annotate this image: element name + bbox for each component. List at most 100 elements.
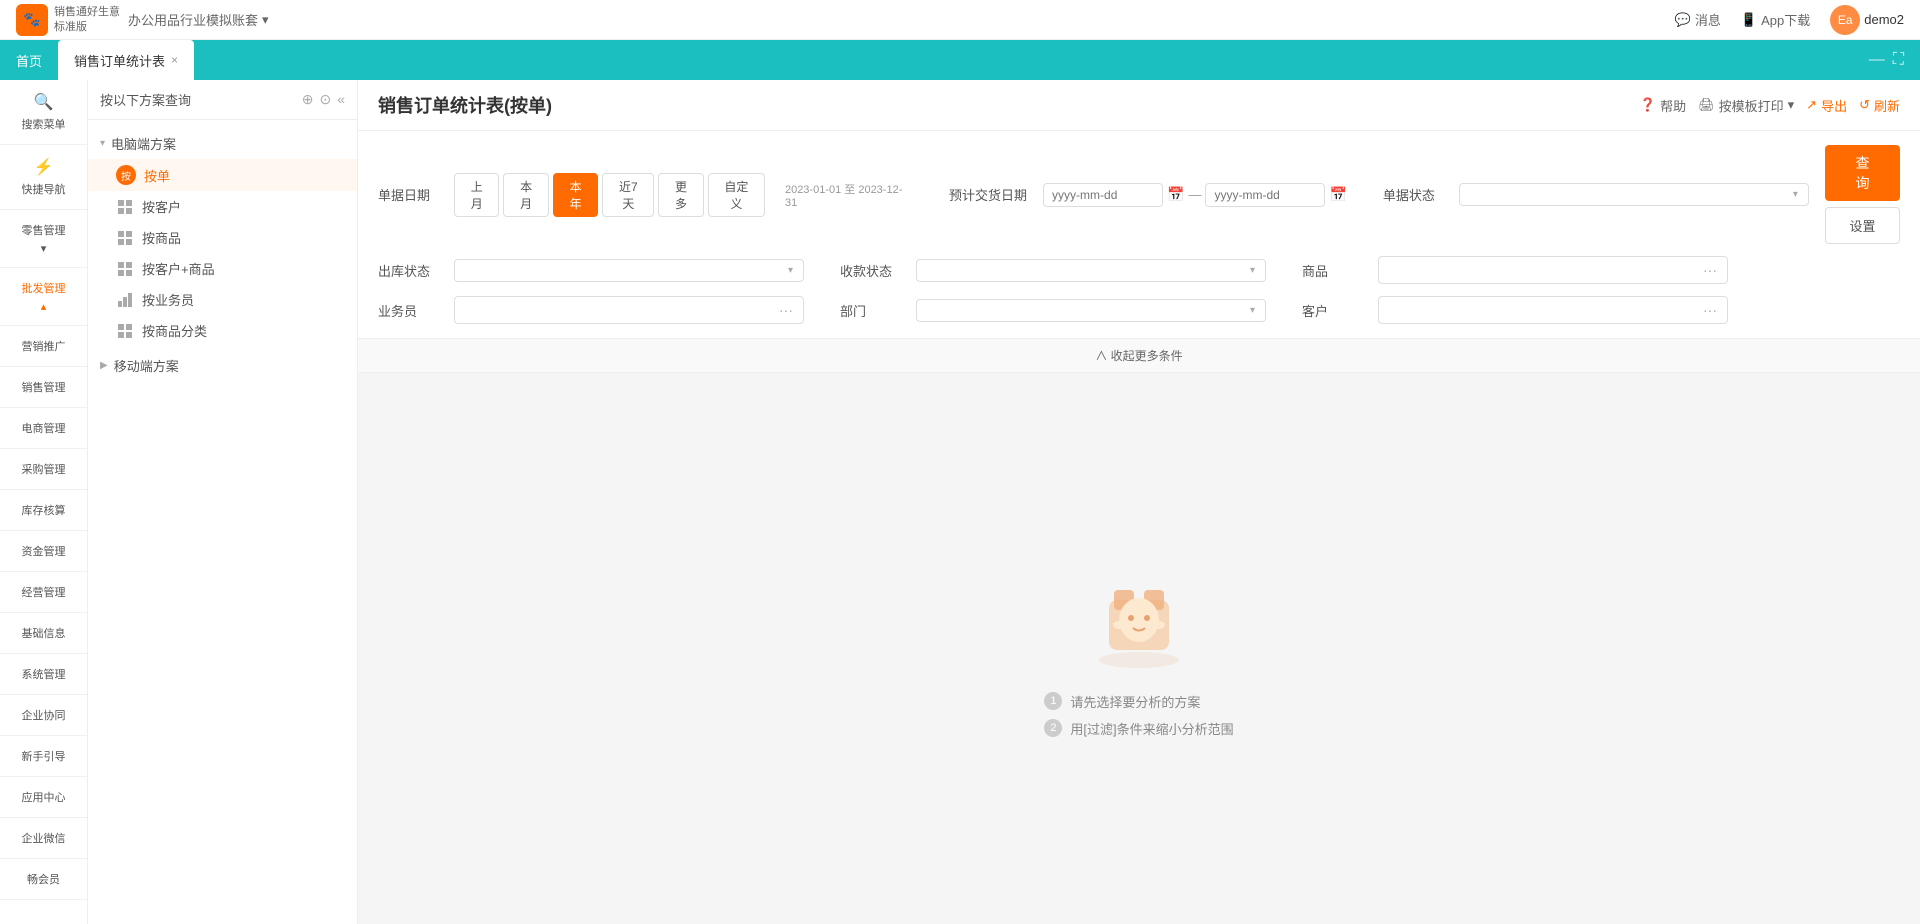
- empty-tip-2: 2 用[过滤]条件来缩小分析范围: [1044, 719, 1233, 738]
- by-customer-goods-icon: [116, 260, 134, 278]
- top-bar-left: 🐾 销售通好生意 标准版 办公用品行业模拟账套 ▾: [16, 4, 269, 36]
- date-btn-this-month[interactable]: 本月: [503, 173, 548, 217]
- customer-input[interactable]: ···: [1378, 296, 1728, 324]
- sidebar-item-search[interactable]: 🔍 搜索菜单: [0, 80, 87, 145]
- sidebar-item-retail[interactable]: 零售管理 ▾: [0, 210, 87, 268]
- left-panel: 按以下方案查询 ⊕ ⊙ « ▾ 电脑端方案 按 按单: [88, 80, 358, 924]
- content-area: 按以下方案查询 ⊕ ⊙ « ▾ 电脑端方案 按 按单: [88, 80, 1920, 924]
- search-icon: 🔍: [34, 92, 54, 112]
- sidebar-item-inventory[interactable]: 库存核算: [0, 490, 87, 531]
- user-avatar[interactable]: Ea demo2: [1830, 5, 1904, 35]
- expected-date-end[interactable]: [1205, 183, 1325, 207]
- top-bar: 🐾 销售通好生意 标准版 办公用品行业模拟账套 ▾ 💬 消息 📱 App下载 E…: [0, 0, 1920, 40]
- tree-item-by-salesman[interactable]: 按业务员: [88, 284, 357, 315]
- tree-item-by-category[interactable]: 按商品分类: [88, 315, 357, 346]
- filter-row-3: 业务员 ··· 部门 ▾ 客户 ···: [378, 296, 1900, 324]
- help-action[interactable]: ❓ 帮助: [1640, 96, 1686, 115]
- tree-item-by-customer[interactable]: 按客户: [88, 191, 357, 222]
- tree-item-by-goods[interactable]: 按商品: [88, 222, 357, 253]
- tab-minimize-icon[interactable]: —: [1869, 51, 1885, 69]
- dept-select[interactable]: ▾: [916, 299, 1266, 322]
- tab-home[interactable]: 首页: [0, 40, 58, 80]
- sidebar-item-basic-info[interactable]: 基础信息: [0, 613, 87, 654]
- refresh-action[interactable]: ↺ 刷新: [1859, 96, 1900, 115]
- calendar-end-icon[interactable]: 📅: [1329, 186, 1346, 203]
- date-btn-last-7-days[interactable]: 近7天: [602, 173, 654, 217]
- left-panel-header: 按以下方案查询 ⊕ ⊙ «: [88, 80, 357, 120]
- sidebar-item-wholesale[interactable]: 批发管理 ▴: [0, 268, 87, 326]
- tree-section-mobile: ▶ 移动端方案: [88, 350, 357, 381]
- tree-section-mobile-header[interactable]: ▶ 移动端方案: [88, 350, 357, 381]
- nav-icon: ⚡: [34, 157, 54, 177]
- customer-dots-icon[interactable]: ···: [1703, 302, 1717, 318]
- sidebar-item-wechat[interactable]: 企业微信: [0, 818, 87, 859]
- date-btn-custom[interactable]: 自定义: [708, 173, 765, 217]
- date-label: 单据日期: [378, 185, 438, 204]
- by-order-icon: 按: [116, 165, 136, 185]
- template-print-action[interactable]: 🖨 按模板打印 ▾: [1698, 96, 1794, 115]
- top-bar-right: 💬 消息 📱 App下载 Ea demo2: [1675, 5, 1904, 35]
- breadcrumb[interactable]: 办公用品行业模拟账套 ▾: [128, 10, 269, 29]
- sidebar-item-newbie[interactable]: 新手引导: [0, 736, 87, 777]
- date-btn-this-year[interactable]: 本年: [553, 173, 598, 217]
- filter-area: 单据日期 上月 本月 本年 近7天 更多 自定义 2023-01-01 至 20…: [358, 131, 1920, 339]
- sidebar-item-marketing[interactable]: 营销推广: [0, 326, 87, 367]
- date-btn-last-month[interactable]: 上月: [454, 173, 499, 217]
- status-select[interactable]: ▾: [1459, 183, 1809, 206]
- add-scheme-button[interactable]: ⊕: [302, 91, 314, 108]
- goods-dots-icon[interactable]: ···: [1703, 262, 1717, 278]
- tree-section-pc-header[interactable]: ▾ 电脑端方案: [88, 128, 357, 159]
- right-panel: 销售订单统计表(按单) ❓ 帮助 🖨 按模板打印 ▾ ↗ 导出: [358, 80, 1920, 924]
- panel-actions: ⊕ ⊙ «: [302, 91, 345, 108]
- message-action[interactable]: 💬 消息: [1675, 10, 1721, 29]
- tree-area: ▾ 电脑端方案 按 按单 按客户: [88, 120, 357, 924]
- pay-status-select[interactable]: ▾: [916, 259, 1266, 282]
- empty-tips: 1 请先选择要分析的方案 2 用[过滤]条件来缩小分析范围: [1044, 692, 1233, 738]
- sidebar-item-member[interactable]: 畅会员: [0, 859, 87, 900]
- logo-text: 销售通好生意 标准版: [54, 5, 120, 34]
- calendar-start-icon[interactable]: 📅: [1167, 186, 1184, 203]
- date-btn-more[interactable]: 更多: [658, 173, 703, 217]
- page-header: 销售订单统计表(按单) ❓ 帮助 🖨 按模板打印 ▾ ↗ 导出: [358, 80, 1920, 131]
- settings-button[interactable]: 设置: [1825, 207, 1900, 244]
- tree-section-pc: ▾ 电脑端方案 按 按单 按客户: [88, 128, 357, 346]
- sidebar-item-app-center[interactable]: 应用中心: [0, 777, 87, 818]
- pay-status-label: 收款状态: [840, 261, 900, 280]
- sidebar-item-sales[interactable]: 销售管理: [0, 367, 87, 408]
- sidebar-item-system[interactable]: 系统管理: [0, 654, 87, 695]
- sidebar-item-finance[interactable]: 资金管理: [0, 531, 87, 572]
- sidebar-item-enterprise[interactable]: 企业协同: [0, 695, 87, 736]
- salesman-dots-icon[interactable]: ···: [779, 302, 793, 318]
- expected-date-start[interactable]: [1043, 183, 1163, 207]
- tree-item-by-order[interactable]: 按 按单: [88, 159, 357, 191]
- goods-input[interactable]: ···: [1378, 256, 1728, 284]
- logo-area: 🐾 销售通好生意 标准版: [16, 4, 120, 36]
- logo-icon: 🐾: [16, 4, 48, 36]
- settings-scheme-button[interactable]: ⊙: [319, 91, 331, 108]
- pay-status-arrow-icon: ▾: [1250, 265, 1255, 276]
- export-icon: ↗: [1806, 97, 1817, 113]
- sidebar-item-quick-nav[interactable]: ⚡ 快捷导航: [0, 145, 87, 210]
- tab-close-icon[interactable]: ×: [171, 53, 178, 67]
- collapse-bar[interactable]: ∧ 收起更多条件: [358, 339, 1920, 373]
- ship-status-select[interactable]: ▾: [454, 259, 804, 282]
- print-icon: 🖨: [1698, 97, 1715, 113]
- by-customer-icon: [116, 198, 134, 216]
- salesman-input[interactable]: ···: [454, 296, 804, 324]
- export-action[interactable]: ↗ 导出: [1806, 96, 1847, 115]
- expected-date-label: 预计交货日期: [949, 185, 1027, 204]
- sidebar-item-operations[interactable]: 经营管理: [0, 572, 87, 613]
- query-button[interactable]: 查询: [1825, 145, 1900, 201]
- empty-state: 1 请先选择要分析的方案 2 用[过滤]条件来缩小分析范围: [358, 373, 1920, 924]
- sidebar-item-purchase[interactable]: 采购管理: [0, 449, 87, 490]
- tree-item-by-customer-goods[interactable]: 按客户+商品: [88, 253, 357, 284]
- sidebar-item-ecommerce[interactable]: 电商管理: [0, 408, 87, 449]
- breadcrumb-arrow-icon: ▾: [262, 12, 269, 28]
- collapse-panel-button[interactable]: «: [337, 91, 345, 108]
- tab-bar: 首页 销售订单统计表 × — ⛶: [0, 40, 1920, 80]
- chevron-down-icon: ▾: [41, 242, 47, 255]
- app-download-action[interactable]: 📱 App下载: [1741, 10, 1810, 29]
- page-header-actions: ❓ 帮助 🖨 按模板打印 ▾ ↗ 导出 ↺ 刷新: [1640, 96, 1900, 115]
- tab-sales-order-stats[interactable]: 销售订单统计表 ×: [58, 40, 194, 80]
- tab-maximize-icon[interactable]: ⛶: [1893, 51, 1904, 69]
